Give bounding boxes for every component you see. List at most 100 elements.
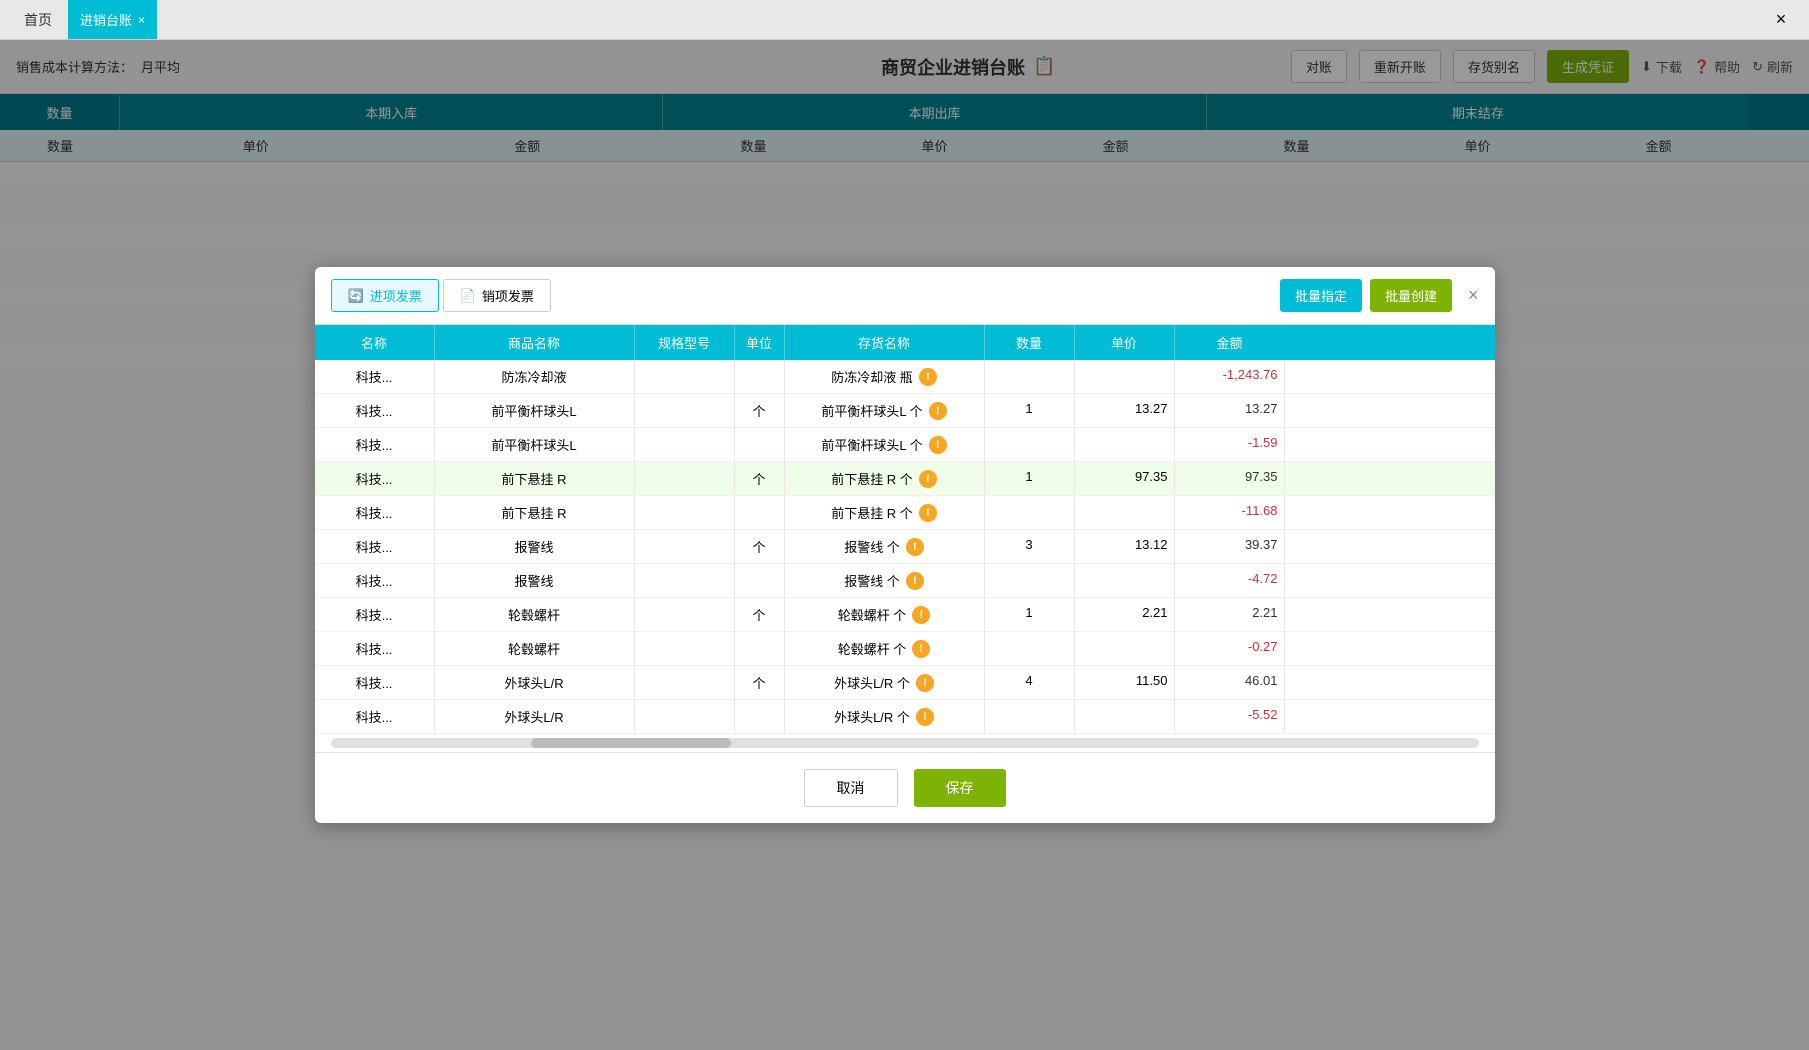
cell-amount: 2.21 <box>1175 598 1285 631</box>
cell-unit: 个 <box>735 598 785 631</box>
cell-spec <box>635 530 735 563</box>
table-row[interactable]: 科技... 前下悬挂 R 前下悬挂 R 个 ! -11.68 <box>315 496 1495 530</box>
cell-unit <box>735 564 785 597</box>
cell-spec <box>635 632 735 665</box>
cell-unit <box>735 496 785 529</box>
cell-amount: -1.59 <box>1175 428 1285 461</box>
table-row[interactable]: 科技... 外球头L/R 外球头L/R 个 ! -5.52 <box>315 700 1495 734</box>
modal-table: 名称 商品名称 规格型号 单位 存货名称 数量 单价 金额 科技... 防冻冷却… <box>315 325 1495 734</box>
cell-qty <box>985 496 1075 529</box>
main-area: 销售成本计算方法： 月平均 商贸企业进销台账 📋 对账 重新开账 存货别名 生成… <box>0 40 1809 1050</box>
col-header-goods: 商品名称 <box>435 325 635 360</box>
modal-scrollbar[interactable] <box>331 738 1479 748</box>
tab-incoming-invoice[interactable]: 🔄 进项发票 <box>331 279 439 312</box>
warning-icon: ! <box>919 504 937 522</box>
tab-outgoing-invoice[interactable]: 📄 销项发票 <box>443 279 551 312</box>
cell-stock: 外球头L/R 个 ! <box>785 666 985 699</box>
cell-qty <box>985 564 1075 597</box>
table-row[interactable]: 科技... 轮毂螺杆 轮毂螺杆 个 ! -0.27 <box>315 632 1495 666</box>
table-row[interactable]: 科技... 前平衡杆球头L 前平衡杆球头L 个 ! -1.59 <box>315 428 1495 462</box>
table-row[interactable]: 科技... 报警线 报警线 个 ! -4.72 <box>315 564 1495 598</box>
cell-goods: 前平衡杆球头L <box>435 394 635 427</box>
cell-amount: 46.01 <box>1175 666 1285 699</box>
cell-goods: 报警线 <box>435 564 635 597</box>
cell-stock: 轮毂螺杆 个 ! <box>785 598 985 631</box>
modal-close-button[interactable]: × <box>1468 285 1479 306</box>
window-close-button[interactable]: × <box>1761 0 1801 40</box>
tab-active[interactable]: 进销台账 × <box>68 0 157 39</box>
cell-amount: -11.68 <box>1175 496 1285 529</box>
batch-assign-button[interactable]: 批量指定 <box>1280 279 1362 312</box>
table-row[interactable]: 科技... 报警线 个 报警线 个 ! 3 13.12 39.37 <box>315 530 1495 564</box>
cell-amount: 13.27 <box>1175 394 1285 427</box>
col-header-price: 单价 <box>1075 325 1175 360</box>
tab-home[interactable]: 首页 <box>8 0 68 39</box>
cell-spec <box>635 360 735 393</box>
cell-price: 2.21 <box>1075 598 1175 631</box>
cell-stock: 报警线 个 ! <box>785 530 985 563</box>
col-header-unit: 单位 <box>735 325 785 360</box>
cell-spec <box>635 598 735 631</box>
col-header-stock: 存货名称 <box>785 325 985 360</box>
batch-create-button[interactable]: 批量创建 <box>1370 279 1452 312</box>
tab1-icon: 🔄 <box>348 288 364 304</box>
cell-name: 科技... <box>315 632 435 665</box>
cell-qty <box>985 632 1075 665</box>
save-button[interactable]: 保存 <box>914 769 1006 807</box>
cell-unit <box>735 632 785 665</box>
warning-icon: ! <box>912 640 930 658</box>
cell-goods: 报警线 <box>435 530 635 563</box>
modal-table-header: 名称 商品名称 规格型号 单位 存货名称 数量 单价 金额 <box>315 325 1495 360</box>
modal-scrollbar-thumb[interactable] <box>531 738 731 748</box>
cell-price <box>1075 564 1175 597</box>
cell-name: 科技... <box>315 496 435 529</box>
warning-icon: ! <box>916 708 934 726</box>
cell-spec <box>635 462 735 495</box>
table-row[interactable]: 科技... 轮毂螺杆 个 轮毂螺杆 个 ! 1 2.21 2.21 <box>315 598 1495 632</box>
cell-unit: 个 <box>735 530 785 563</box>
cell-goods: 前下悬挂 R <box>435 462 635 495</box>
cell-name: 科技... <box>315 564 435 597</box>
cell-stock: 前下悬挂 R 个 ! <box>785 462 985 495</box>
cell-goods: 轮毂螺杆 <box>435 598 635 631</box>
cell-amount: -0.27 <box>1175 632 1285 665</box>
cell-spec <box>635 428 735 461</box>
cell-qty: 1 <box>985 462 1075 495</box>
cell-stock: 外球头L/R 个 ! <box>785 700 985 733</box>
cell-spec <box>635 666 735 699</box>
cancel-button[interactable]: 取消 <box>804 769 898 807</box>
cell-unit <box>735 428 785 461</box>
cell-unit: 个 <box>735 666 785 699</box>
cell-amount: -4.72 <box>1175 564 1285 597</box>
cell-qty: 3 <box>985 530 1075 563</box>
cell-name: 科技... <box>315 394 435 427</box>
tab-close-icon[interactable]: × <box>138 13 145 27</box>
cell-price <box>1075 700 1175 733</box>
cell-amount: 97.35 <box>1175 462 1285 495</box>
cell-amount: -1,243.76 <box>1175 360 1285 393</box>
cell-price: 13.27 <box>1075 394 1175 427</box>
warning-icon: ! <box>906 572 924 590</box>
table-row[interactable]: 科技... 外球头L/R 个 外球头L/R 个 ! 4 11.50 46.01 <box>315 666 1495 700</box>
cell-name: 科技... <box>315 598 435 631</box>
modal-header-buttons: 批量指定 批量创建 <box>1280 279 1452 312</box>
modal-tabs: 🔄 进项发票 📄 销项发票 <box>331 279 1272 312</box>
cell-amount: -5.52 <box>1175 700 1285 733</box>
cell-name: 科技... <box>315 700 435 733</box>
cell-price: 11.50 <box>1075 666 1175 699</box>
table-row[interactable]: 科技... 前下悬挂 R 个 前下悬挂 R 个 ! 1 97.35 97.35 <box>315 462 1495 496</box>
modal-dialog: 🔄 进项发票 📄 销项发票 批量指定 批量创建 × <box>315 267 1495 823</box>
cell-goods: 轮毂螺杆 <box>435 632 635 665</box>
col-header-spec: 规格型号 <box>635 325 735 360</box>
cell-stock: 防冻冷却液 瓶 ! <box>785 360 985 393</box>
cell-goods: 前平衡杆球头L <box>435 428 635 461</box>
table-row[interactable]: 科技... 前平衡杆球头L 个 前平衡杆球头L 个 ! 1 13.27 13.2… <box>315 394 1495 428</box>
col-header-amount: 金额 <box>1175 325 1285 360</box>
cell-name: 科技... <box>315 360 435 393</box>
col-header-qty: 数量 <box>985 325 1075 360</box>
table-row[interactable]: 科技... 防冻冷却液 防冻冷却液 瓶 ! -1,243.76 <box>315 360 1495 394</box>
warning-icon: ! <box>919 470 937 488</box>
modal-header: 🔄 进项发票 📄 销项发票 批量指定 批量创建 × <box>315 267 1495 325</box>
warning-icon: ! <box>929 436 947 454</box>
tab-active-label: 进销台账 <box>80 10 132 29</box>
